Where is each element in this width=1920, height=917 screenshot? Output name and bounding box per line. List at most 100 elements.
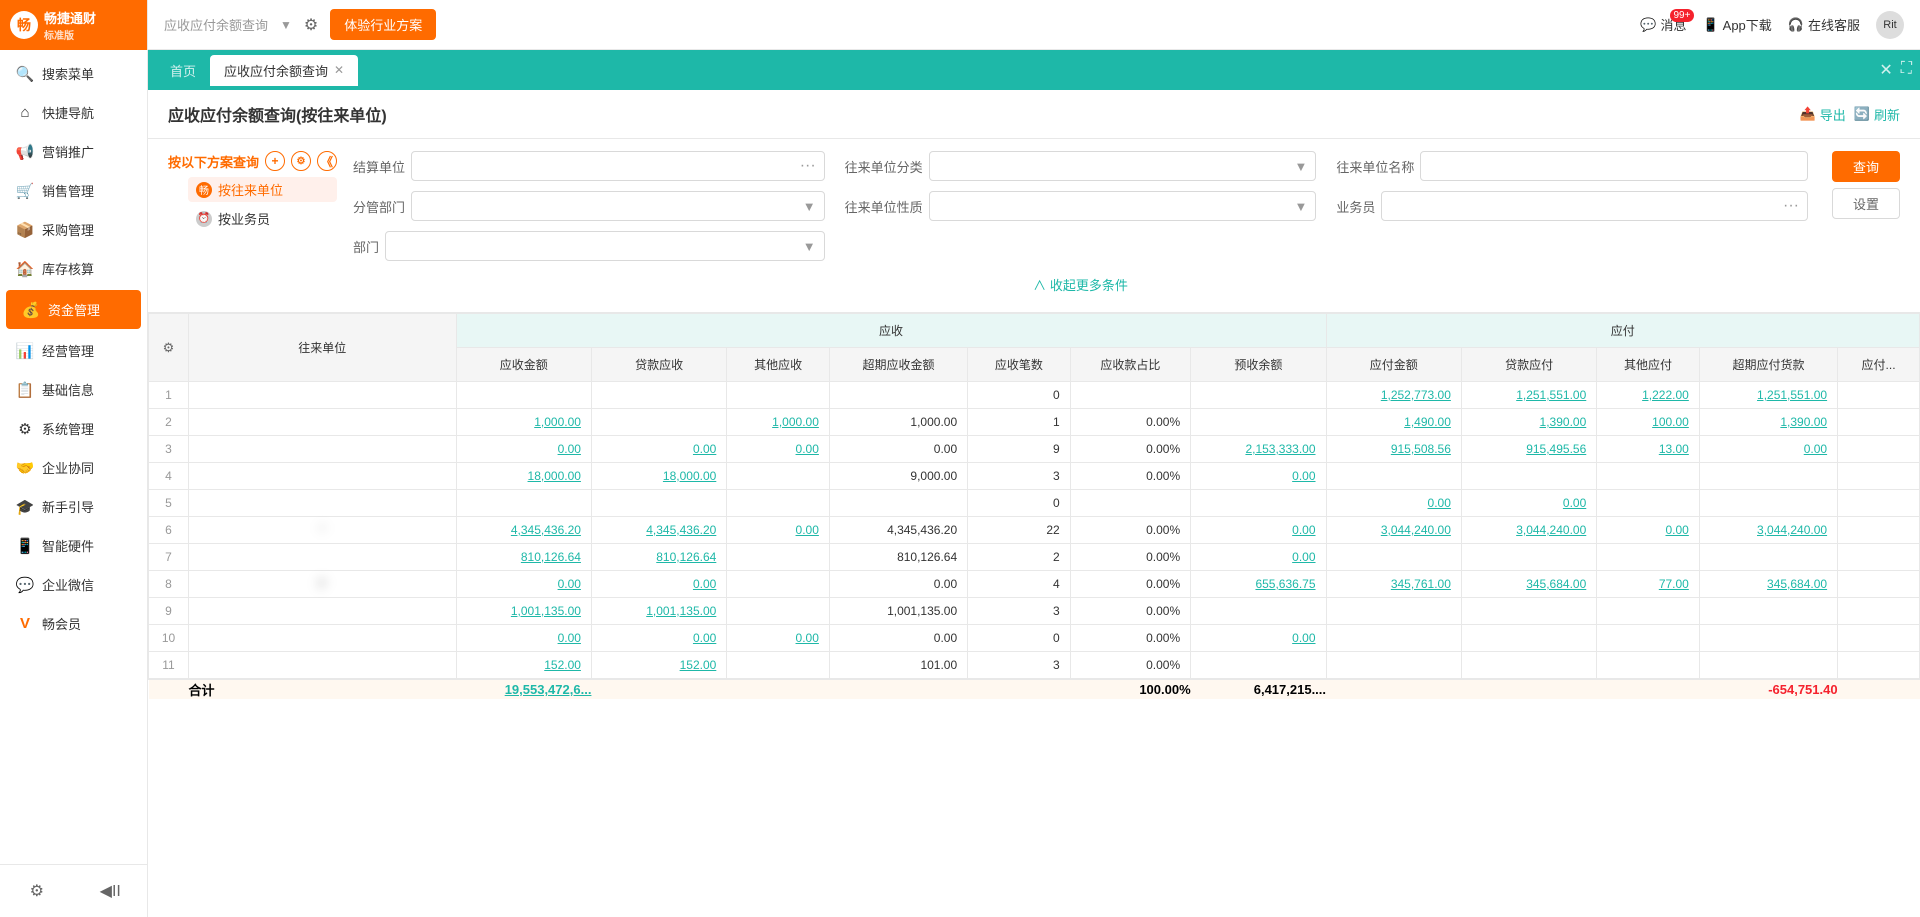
filter-option-by-unit[interactable]: 畅 按往来单位: [188, 177, 337, 202]
footer-ar-amount[interactable]: 19,553,472,6...: [456, 679, 591, 699]
dept-input[interactable]: ▼: [385, 231, 825, 261]
th-settings[interactable]: ⚙: [149, 314, 189, 382]
cell-loan_ar[interactable]: 4,345,436.20: [591, 517, 726, 544]
cell-loan_ar[interactable]: 18,000.00: [591, 463, 726, 490]
setting-button[interactable]: 设置: [1832, 188, 1900, 219]
sidebar-item-system[interactable]: ⚙ 系统管理: [0, 409, 147, 448]
cell-ap_amount[interactable]: 1,490.00: [1326, 409, 1461, 436]
cell-overdue_ar[interactable]: 9,000.00: [829, 463, 967, 490]
sidebar-item-guide[interactable]: 🎓 新手引导: [0, 487, 147, 526]
cell-other_ar[interactable]: 1,000.00: [727, 409, 830, 436]
app-download-button[interactable]: 📱 App下载: [1702, 15, 1771, 34]
branch-dept-input[interactable]: ▼: [411, 191, 825, 221]
cell-other_ap[interactable]: 1,222.00: [1597, 382, 1700, 409]
topnav-settings-icon[interactable]: ⚙: [304, 15, 318, 35]
cell-ap_amount[interactable]: 1,252,773.00: [1326, 382, 1461, 409]
cell-prepay[interactable]: 655,636.75: [1191, 571, 1326, 598]
cell-prepay[interactable]: 2,153,333.00: [1191, 436, 1326, 463]
cell-ar_amount[interactable]: 1,000.00: [456, 409, 591, 436]
cell-other_ar[interactable]: 0.00: [727, 517, 830, 544]
query-button[interactable]: 查询: [1832, 151, 1900, 182]
refresh-button[interactable]: 🔄 刷新: [1854, 105, 1900, 124]
cell-loan_ar[interactable]: 1,001,135.00: [591, 598, 726, 625]
sidebar-item-hardware[interactable]: 📱 智能硬件: [0, 526, 147, 565]
cell-other_ap[interactable]: 77.00: [1597, 571, 1700, 598]
cell-loan_ar[interactable]: 0.00: [591, 571, 726, 598]
cell-loan_ap[interactable]: 0.00: [1461, 490, 1596, 517]
filter-add-button[interactable]: +: [265, 151, 285, 171]
cell-loan_ar[interactable]: 810,126.64: [591, 544, 726, 571]
cell-ap_amount[interactable]: 915,508.56: [1326, 436, 1461, 463]
cell-overdue_ar[interactable]: 1,000.00: [829, 409, 967, 436]
unit-name-input[interactable]: [1420, 151, 1808, 181]
cell-overdue_ar[interactable]: 4,345,436.20: [829, 517, 967, 544]
sidebar-settings-btn[interactable]: ⚙: [19, 873, 55, 909]
filter-collapse-button[interactable]: 《: [317, 151, 337, 171]
cell-ar_amount[interactable]: 810,126.64: [456, 544, 591, 571]
solution-button[interactable]: 体验行业方案: [330, 9, 436, 40]
sidebar-item-finance[interactable]: 💰 资金管理: [6, 290, 141, 329]
sidebar-item-inventory[interactable]: 🏠 库存核算: [0, 249, 147, 288]
cell-overdue_ar[interactable]: 0.00: [829, 625, 967, 652]
cell-loan_ap[interactable]: 915,495.56: [1461, 436, 1596, 463]
cell-overdue_ar[interactable]: 0.00: [829, 436, 967, 463]
cell-overdue_ap[interactable]: 1,390.00: [1699, 409, 1837, 436]
sidebar-item-operation[interactable]: 📊 经营管理: [0, 331, 147, 370]
sidebar-collapse-btn[interactable]: ◀II: [92, 873, 128, 909]
filter-settings-button[interactable]: ⚙: [291, 151, 311, 171]
messages-button[interactable]: 💬 消息 99+: [1640, 15, 1686, 34]
cell-ar_amount[interactable]: 0.00: [456, 625, 591, 652]
cell-prepay[interactable]: 0.00: [1191, 625, 1326, 652]
sidebar-item-purchase[interactable]: 📦 采购管理: [0, 210, 147, 249]
cell-overdue_ap[interactable]: 345,684.00: [1699, 571, 1837, 598]
cell-ar_amount[interactable]: 0.00: [456, 436, 591, 463]
cell-ap_amount[interactable]: 345,761.00: [1326, 571, 1461, 598]
cell-prepay[interactable]: 0.00: [1191, 463, 1326, 490]
unit-category-input[interactable]: ▼: [929, 151, 1317, 181]
tabbar-expand-icon[interactable]: ⛶: [1901, 60, 1912, 80]
cell-overdue_ar[interactable]: 101.00: [829, 652, 967, 680]
cell-loan_ap[interactable]: 1,390.00: [1461, 409, 1596, 436]
settlement-unit-input[interactable]: ···: [411, 151, 825, 181]
sidebar-item-member[interactable]: V 畅会员: [0, 604, 147, 643]
cell-other_ap[interactable]: 0.00: [1597, 517, 1700, 544]
cell-ar_amount[interactable]: 1,001,135.00: [456, 598, 591, 625]
tab-ar-ap[interactable]: 应收应付余额查询 ✕: [210, 55, 358, 86]
cell-loan_ap[interactable]: 1,251,551.00: [1461, 382, 1596, 409]
sidebar-item-wechat[interactable]: 💬 企业微信: [0, 565, 147, 604]
cell-loan_ar[interactable]: 0.00: [591, 436, 726, 463]
cell-prepay[interactable]: 0.00: [1191, 517, 1326, 544]
cell-ar_amount[interactable]: 18,000.00: [456, 463, 591, 490]
table-container[interactable]: ⚙ 往来单位 应收 应付 应收金额 贷款应收 其他应收 超期应收金额 应收笔数 …: [148, 313, 1920, 917]
cell-other_ap[interactable]: 13.00: [1597, 436, 1700, 463]
cell-ar_amount[interactable]: 152.00: [456, 652, 591, 680]
cell-loan_ar[interactable]: 0.00: [591, 625, 726, 652]
export-button[interactable]: 📤 导出: [1800, 105, 1846, 124]
cell-ar_amount[interactable]: 0.00: [456, 571, 591, 598]
online-service-button[interactable]: 🎧 在线客服: [1788, 15, 1860, 34]
cell-other_ap[interactable]: 100.00: [1597, 409, 1700, 436]
sidebar-item-basic[interactable]: 📋 基础信息: [0, 370, 147, 409]
unit-nature-input[interactable]: ▼: [929, 191, 1317, 221]
sidebar-item-sales[interactable]: 🛒 销售管理: [0, 171, 147, 210]
sidebar-item-quick-nav[interactable]: ⌂ 快捷导航: [0, 93, 147, 132]
cell-overdue_ar[interactable]: 0.00: [829, 571, 967, 598]
salesperson-input[interactable]: ···: [1381, 191, 1808, 221]
cell-ap_amount[interactable]: 3,044,240.00: [1326, 517, 1461, 544]
tab-close-icon[interactable]: ✕: [334, 63, 344, 77]
cell-other_ar[interactable]: 0.00: [727, 436, 830, 463]
sidebar-item-marketing[interactable]: 📢 营销推广: [0, 132, 147, 171]
cell-overdue_ar[interactable]: 810,126.64: [829, 544, 967, 571]
table-settings-gear[interactable]: ⚙: [163, 340, 175, 355]
cell-loan_ap[interactable]: 3,044,240.00: [1461, 517, 1596, 544]
sidebar-item-search-menu[interactable]: 🔍 搜索菜单: [0, 54, 147, 93]
cell-ap_amount[interactable]: 0.00: [1326, 490, 1461, 517]
sidebar-item-collab[interactable]: 🤝 企业协同: [0, 448, 147, 487]
cell-overdue_ap[interactable]: 3,044,240.00: [1699, 517, 1837, 544]
cell-overdue_ar[interactable]: 1,001,135.00: [829, 598, 967, 625]
cell-loan_ap[interactable]: 345,684.00: [1461, 571, 1596, 598]
tabbar-close-icon[interactable]: ✕: [1879, 60, 1892, 80]
filter-option-by-staff[interactable]: ⏰ 按业务员: [188, 206, 337, 231]
user-avatar[interactable]: Rit: [1876, 11, 1904, 39]
cell-loan_ar[interactable]: 152.00: [591, 652, 726, 680]
